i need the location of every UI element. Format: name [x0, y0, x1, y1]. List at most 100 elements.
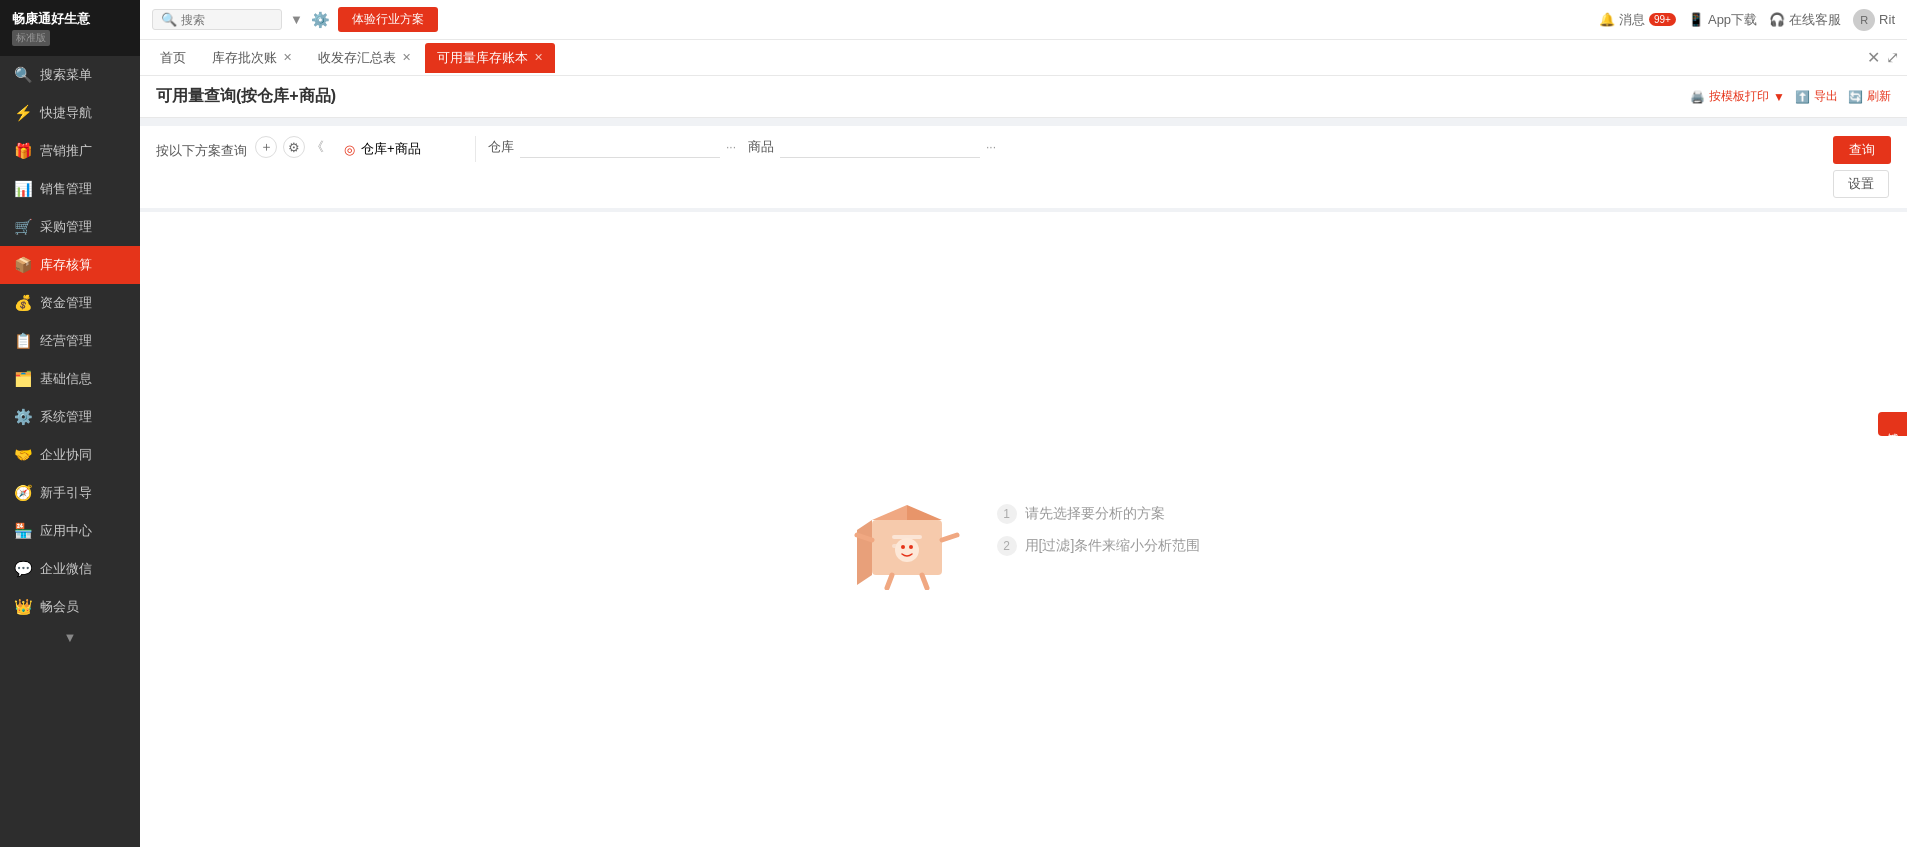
app-download-label: App下载	[1708, 11, 1757, 29]
cart-icon: 🛒	[14, 218, 32, 236]
hint-num-1: 1	[997, 504, 1017, 524]
close-all-tabs-button[interactable]: ✕	[1867, 48, 1880, 67]
message-badge: 99+	[1649, 13, 1676, 26]
sidebar-item-operations[interactable]: 📋 经营管理	[0, 322, 140, 360]
message-button[interactable]: 🔔 消息 99+	[1599, 11, 1676, 29]
field-row: 仓库 ··· 商品 ···	[488, 136, 1821, 158]
sidebar-item-label: 系统管理	[40, 408, 92, 426]
app-download-button[interactable]: 📱 App下载	[1688, 11, 1757, 29]
query-button[interactable]: 查询	[1833, 136, 1891, 164]
sidebar-item-purchase[interactable]: 🛒 采购管理	[0, 208, 140, 246]
hint-text-2: 用[过滤]条件来缩小分析范围	[1025, 537, 1201, 555]
sidebar-item-label: 搜索菜单	[40, 66, 92, 84]
filter-area: 按以下方案查询 ＋ ⚙ 《 ◎ 仓库+商品 仓库	[140, 126, 1907, 208]
close-icon[interactable]: ✕	[283, 51, 292, 64]
filter-controls: ＋ ⚙ 《	[255, 136, 324, 158]
folder-icon: 🗂️	[14, 370, 32, 388]
trial-button[interactable]: 体验行业方案	[338, 7, 438, 32]
sidebar-item-newbie[interactable]: 🧭 新手引导	[0, 474, 140, 512]
sidebar-item-system[interactable]: ⚙️ 系统管理	[0, 398, 140, 436]
online-service-button[interactable]: 🎧 在线客服	[1769, 11, 1841, 29]
scheme-item-warehouse-product[interactable]: ◎ 仓库+商品	[336, 136, 463, 162]
sidebar-item-shortcut[interactable]: ⚡ 快捷导航	[0, 94, 140, 132]
svg-line-10	[942, 535, 957, 540]
close-icon[interactable]: ✕	[402, 51, 411, 64]
close-icon[interactable]: ✕	[534, 51, 543, 64]
shortcut-icon: ⚡	[14, 104, 32, 122]
tab-batch-label: 库存批次账	[212, 49, 277, 67]
hint-item-1: 1 请先选择要分析的方案	[997, 504, 1201, 524]
money-icon: 💰	[14, 294, 32, 312]
print-button[interactable]: 🖨️ 按模板打印 ▼	[1690, 88, 1785, 105]
page-content: 可用量查询(按仓库+商品) 🖨️ 按模板打印 ▼ ⬆️ 导出 🔄 刷新	[140, 76, 1907, 847]
gear-icon[interactable]: ⚙️	[311, 11, 330, 29]
sidebar-scroll-down[interactable]: ▼	[0, 626, 140, 649]
svg-line-12	[922, 575, 927, 588]
tab-home-label: 首页	[160, 49, 186, 67]
warehouse-input[interactable]	[520, 136, 720, 158]
search-icon: 🔍	[161, 12, 177, 27]
empty-hints: 1 请先选择要分析的方案 2 用[过滤]条件来缩小分析范围	[997, 504, 1201, 556]
sidebar-item-label: 经营管理	[40, 332, 92, 350]
gift-icon: 🎁	[14, 142, 32, 160]
sidebar-item-finance[interactable]: 💰 资金管理	[0, 284, 140, 322]
sidebar-item-enterprise[interactable]: 🤝 企业协同	[0, 436, 140, 474]
search-box[interactable]: 🔍	[152, 9, 282, 30]
tab-collection[interactable]: 收发存汇总表 ✕	[306, 43, 423, 73]
product-input[interactable]	[780, 136, 980, 158]
tab-available[interactable]: 可用量库存账本 ✕	[425, 43, 555, 73]
sidebar-item-apps[interactable]: 🏪 应用中心	[0, 512, 140, 550]
tab-batch[interactable]: 库存批次账 ✕	[200, 43, 304, 73]
main-area: 🔍 ▼ ⚙️ 体验行业方案 🔔 消息 99+ 📱 App下载 🎧 在线客服 R …	[140, 0, 1907, 847]
sidebar-item-wechat[interactable]: 💬 企业微信	[0, 550, 140, 588]
query-fields: 仓库 ··· 商品 ···	[488, 136, 1821, 158]
warehouse-field-group: 仓库 ···	[488, 136, 736, 158]
collapse-button[interactable]: 《	[311, 138, 324, 156]
inventory-icon: 📦	[14, 256, 32, 274]
settings-button[interactable]: 设置	[1833, 170, 1889, 198]
print-icon: 🖨️	[1690, 90, 1705, 104]
scheme-label: 仓库+商品	[361, 140, 421, 158]
product-field-group: 商品 ···	[748, 136, 996, 158]
right-edge-button[interactable]: 反馈	[1878, 412, 1907, 436]
tab-home[interactable]: 首页	[148, 43, 198, 73]
chevron-down-icon[interactable]: ▼	[1773, 90, 1785, 104]
tab-available-label: 可用量库存账本	[437, 49, 528, 67]
product-more-icon[interactable]: ···	[986, 140, 996, 154]
user-profile-button[interactable]: R Rit	[1853, 9, 1895, 31]
sidebar-item-label: 基础信息	[40, 370, 92, 388]
mobile-icon: 📱	[1688, 12, 1704, 27]
crown-icon: 👑	[14, 598, 32, 616]
sidebar-item-label: 快捷导航	[40, 104, 92, 122]
sidebar-item-basic[interactable]: 🗂️ 基础信息	[0, 360, 140, 398]
company-name: 畅康通好生意	[12, 10, 128, 28]
export-button[interactable]: ⬆️ 导出	[1795, 88, 1838, 105]
sidebar-item-search[interactable]: 🔍 搜索菜单	[0, 56, 140, 94]
store-icon: 🏪	[14, 522, 32, 540]
warehouse-more-icon[interactable]: ···	[726, 140, 736, 154]
svg-point-7	[901, 545, 905, 549]
ops-icon: 📋	[14, 332, 32, 350]
sidebar-item-label: 资金管理	[40, 294, 92, 312]
add-scheme-button[interactable]: ＋	[255, 136, 277, 158]
sidebar-item-marketing[interactable]: 🎁 营销推广	[0, 132, 140, 170]
svg-marker-3	[857, 520, 872, 585]
product-label: 商品	[748, 138, 774, 156]
manage-scheme-button[interactable]: ⚙	[283, 136, 305, 158]
search-input[interactable]	[181, 13, 271, 27]
headset-icon: 🎧	[1769, 12, 1785, 27]
warehouse-label: 仓库	[488, 138, 514, 156]
scheme-icon: ◎	[344, 142, 355, 157]
online-service-label: 在线客服	[1789, 11, 1841, 29]
chevron-down-icon[interactable]: ▼	[290, 12, 303, 27]
svg-point-8	[909, 545, 913, 549]
expand-tabs-button[interactable]: ⤢	[1886, 48, 1899, 67]
sidebar-item-label: 销售管理	[40, 180, 92, 198]
hint-text-1: 请先选择要分析的方案	[1025, 505, 1165, 523]
sidebar-item-inventory[interactable]: 📦 库存核算	[0, 246, 140, 284]
print-label: 按模板打印	[1709, 88, 1769, 105]
tab-bar: 首页 库存批次账 ✕ 收发存汇总表 ✕ 可用量库存账本 ✕ ✕ ⤢	[140, 40, 1907, 76]
refresh-button[interactable]: 🔄 刷新	[1848, 88, 1891, 105]
sidebar-item-sales[interactable]: 📊 销售管理	[0, 170, 140, 208]
sidebar-item-member[interactable]: 👑 畅会员	[0, 588, 140, 626]
